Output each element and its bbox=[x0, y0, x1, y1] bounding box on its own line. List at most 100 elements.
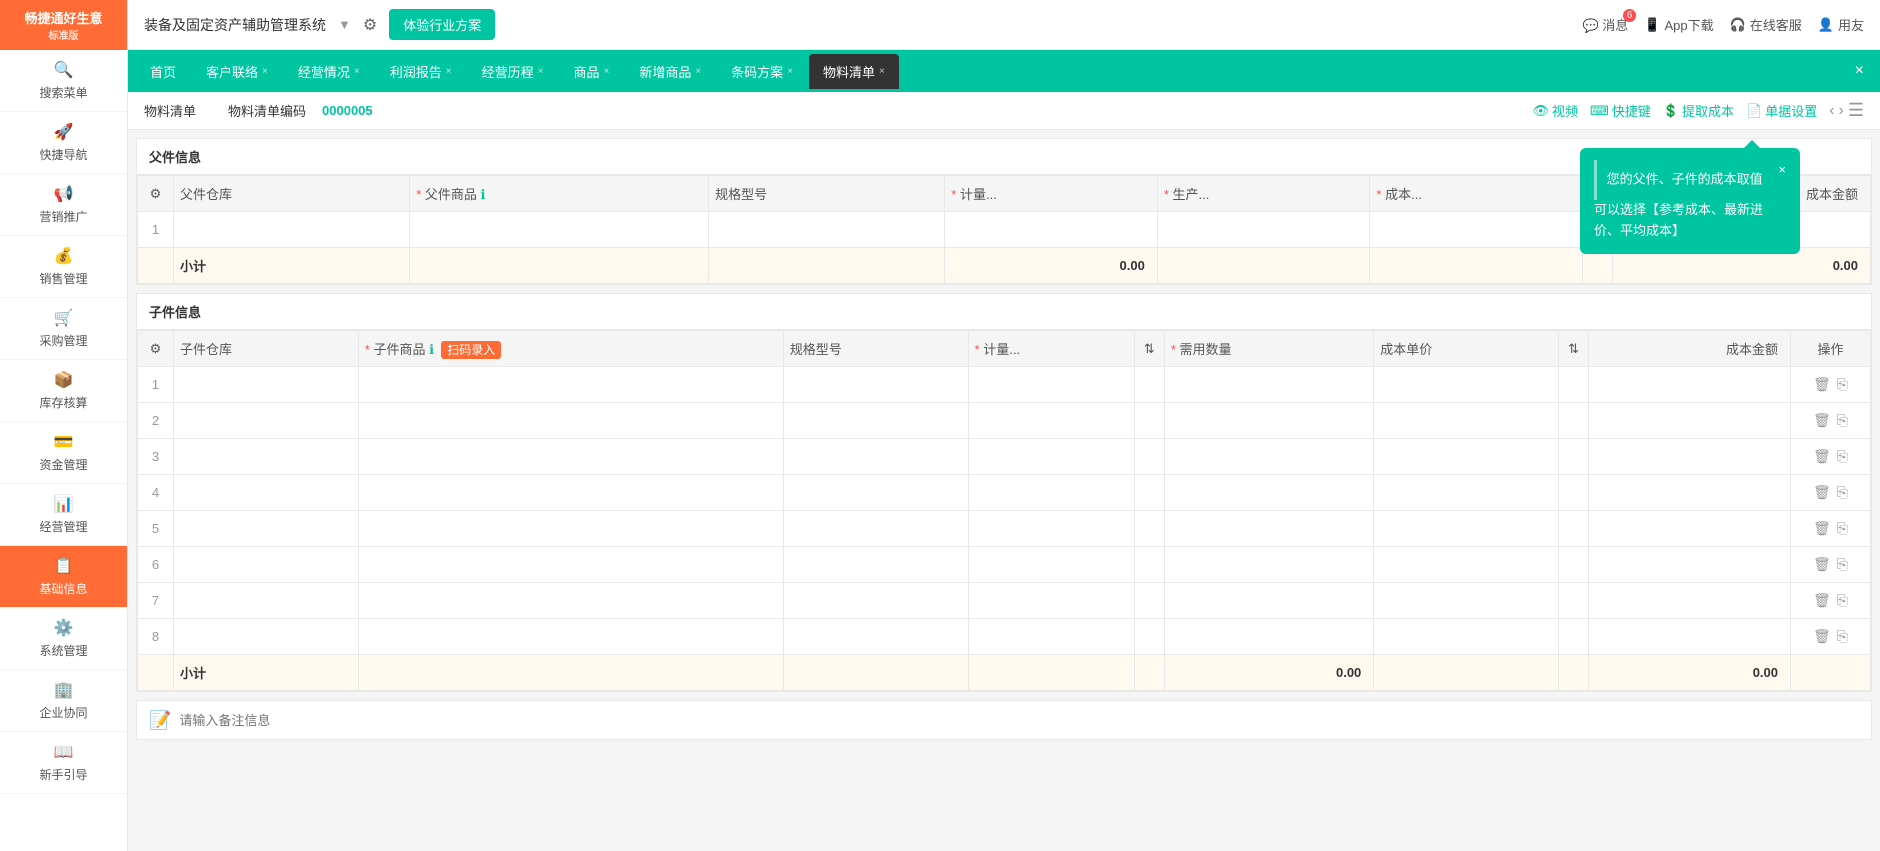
child-col-settings[interactable]: ⚙ bbox=[138, 331, 174, 367]
tab-close-icon[interactable]: × bbox=[354, 66, 360, 77]
child-unit-cell[interactable] bbox=[968, 367, 1134, 403]
child-spec-cell[interactable] bbox=[783, 403, 968, 439]
child-needed-cell[interactable] bbox=[1164, 619, 1373, 655]
note-input[interactable] bbox=[179, 713, 1859, 728]
child-goods-cell[interactable] bbox=[358, 511, 783, 547]
tab-close-icon[interactable]: × bbox=[538, 66, 544, 77]
delete-icon[interactable]: 🗑 bbox=[1813, 376, 1831, 393]
child-unit-cell[interactable] bbox=[968, 439, 1134, 475]
child-unit-cost-cell[interactable] bbox=[1374, 547, 1559, 583]
tab-customer[interactable]: 客户联络 × bbox=[192, 54, 282, 89]
child-unit-cell[interactable] bbox=[968, 619, 1134, 655]
child-needed-cell[interactable] bbox=[1164, 511, 1373, 547]
parent-goods-cell[interactable] bbox=[410, 212, 709, 248]
child-needed-cell[interactable] bbox=[1164, 403, 1373, 439]
copy-icon[interactable]: ⎘ bbox=[1837, 376, 1848, 393]
sidebar-item-finance[interactable]: 💳 资金管理 bbox=[0, 422, 127, 484]
child-goods-cell[interactable] bbox=[358, 403, 783, 439]
child-unit-cell[interactable] bbox=[968, 403, 1134, 439]
child-unit-cost-cell[interactable] bbox=[1374, 583, 1559, 619]
copy-icon[interactable]: ⎘ bbox=[1837, 592, 1848, 609]
child-spec-cell[interactable] bbox=[783, 475, 968, 511]
sidebar-item-sales[interactable]: 💰 销售管理 bbox=[0, 236, 127, 298]
child-goods-cell[interactable] bbox=[358, 475, 783, 511]
sidebar-item-system[interactable]: ⚙️ 系统管理 bbox=[0, 608, 127, 670]
delete-icon[interactable]: 🗑 bbox=[1813, 556, 1831, 573]
delete-icon[interactable]: 🗑 bbox=[1813, 484, 1831, 501]
tab-business[interactable]: 经营情况 × bbox=[284, 54, 374, 89]
info-icon[interactable]: ℹ bbox=[481, 187, 486, 202]
child-warehouse-cell[interactable] bbox=[174, 547, 359, 583]
child-goods-cell[interactable] bbox=[358, 367, 783, 403]
copy-icon[interactable]: ⎘ bbox=[1837, 448, 1848, 465]
child-spec-cell[interactable] bbox=[783, 619, 968, 655]
copy-icon[interactable]: ⎘ bbox=[1837, 520, 1848, 537]
page-prev-icon[interactable]: ‹ bbox=[1829, 102, 1834, 120]
view-button[interactable]: 👁 视频 bbox=[1532, 101, 1578, 120]
child-warehouse-cell[interactable] bbox=[174, 439, 359, 475]
sidebar-item-purchase[interactable]: 🛒 采购管理 bbox=[0, 298, 127, 360]
delete-icon[interactable]: 🗑 bbox=[1813, 520, 1831, 537]
child-needed-cell[interactable] bbox=[1164, 475, 1373, 511]
online-service-button[interactable]: 🎧 在线客服 bbox=[1730, 15, 1802, 34]
scan-badge[interactable]: 扫码录入 bbox=[441, 341, 501, 359]
parent-cost-cell[interactable] bbox=[1370, 212, 1583, 248]
child-spec-cell[interactable] bbox=[783, 511, 968, 547]
tab-close-icon[interactable]: × bbox=[879, 66, 885, 77]
sidebar-item-quick-nav[interactable]: 🚀 快捷导航 bbox=[0, 112, 127, 174]
parent-warehouse-cell[interactable] bbox=[174, 212, 410, 248]
child-warehouse-cell[interactable] bbox=[174, 619, 359, 655]
tab-bom[interactable]: 物料清单 × bbox=[809, 54, 899, 89]
tab-new-goods[interactable]: 新增商品 × bbox=[625, 54, 715, 89]
child-goods-cell[interactable] bbox=[358, 619, 783, 655]
tab-barcode[interactable]: 条码方案 × bbox=[717, 54, 807, 89]
child-unit-cost-cell[interactable] bbox=[1374, 619, 1559, 655]
child-unit-cell[interactable] bbox=[968, 475, 1134, 511]
tab-history[interactable]: 经营历程 × bbox=[468, 54, 558, 89]
child-unit-cell[interactable] bbox=[968, 511, 1134, 547]
child-spec-cell[interactable] bbox=[783, 439, 968, 475]
sidebar-item-guide[interactable]: 📖 新手引导 bbox=[0, 732, 127, 794]
child-unit-cell[interactable] bbox=[968, 583, 1134, 619]
delete-icon[interactable]: 🗑 bbox=[1813, 592, 1831, 609]
child-needed-cell[interactable] bbox=[1164, 367, 1373, 403]
grid-view-icon[interactable]: ☰ bbox=[1848, 100, 1864, 121]
close-all-tabs-button[interactable]: × bbox=[1847, 62, 1872, 80]
cost-extract-button[interactable]: 💲 提取成本 bbox=[1663, 101, 1734, 120]
child-warehouse-cell[interactable] bbox=[174, 583, 359, 619]
tab-profit[interactable]: 利润报告 × bbox=[376, 54, 466, 89]
delete-icon[interactable]: 🗑 bbox=[1813, 412, 1831, 429]
sidebar-item-operation[interactable]: 📊 经营管理 bbox=[0, 484, 127, 546]
child-spec-cell[interactable] bbox=[783, 583, 968, 619]
child-warehouse-cell[interactable] bbox=[174, 403, 359, 439]
tab-close-icon[interactable]: × bbox=[262, 66, 268, 77]
tab-close-icon[interactable]: × bbox=[446, 66, 452, 77]
tab-close-icon[interactable]: × bbox=[603, 66, 609, 77]
sidebar-item-inventory[interactable]: 📦 库存核算 bbox=[0, 360, 127, 422]
child-goods-cell[interactable] bbox=[358, 439, 783, 475]
copy-icon[interactable]: ⎘ bbox=[1837, 484, 1848, 501]
child-unit-cell[interactable] bbox=[968, 547, 1134, 583]
dropdown-arrow-icon[interactable]: ▼ bbox=[338, 17, 351, 32]
parent-spec-cell[interactable] bbox=[709, 212, 945, 248]
child-col-sort[interactable]: ⇅ bbox=[1134, 331, 1164, 367]
tooltip-close-button[interactable]: × bbox=[1778, 160, 1786, 181]
child-unit-cost-cell[interactable] bbox=[1374, 367, 1559, 403]
child-unit-cost-cell[interactable] bbox=[1374, 403, 1559, 439]
child-warehouse-cell[interactable] bbox=[174, 511, 359, 547]
trial-button[interactable]: 体验行业方案 bbox=[389, 9, 495, 40]
child-warehouse-cell[interactable] bbox=[174, 367, 359, 403]
user-avatar[interactable]: 👤 用友 bbox=[1818, 15, 1864, 34]
page-next-icon[interactable]: › bbox=[1839, 102, 1844, 120]
child-col-sort2[interactable]: ⇅ bbox=[1559, 331, 1589, 367]
parent-col-settings[interactable]: ⚙ bbox=[138, 176, 174, 212]
child-unit-cost-cell[interactable] bbox=[1374, 511, 1559, 547]
child-needed-cell[interactable] bbox=[1164, 583, 1373, 619]
tab-goods[interactable]: 商品 × bbox=[559, 54, 623, 89]
parent-unit-cell[interactable] bbox=[945, 212, 1158, 248]
tab-close-icon[interactable]: × bbox=[787, 66, 793, 77]
child-goods-cell[interactable] bbox=[358, 547, 783, 583]
child-unit-cost-cell[interactable] bbox=[1374, 439, 1559, 475]
copy-icon[interactable]: ⎘ bbox=[1837, 556, 1848, 573]
tab-close-icon[interactable]: × bbox=[695, 66, 701, 77]
